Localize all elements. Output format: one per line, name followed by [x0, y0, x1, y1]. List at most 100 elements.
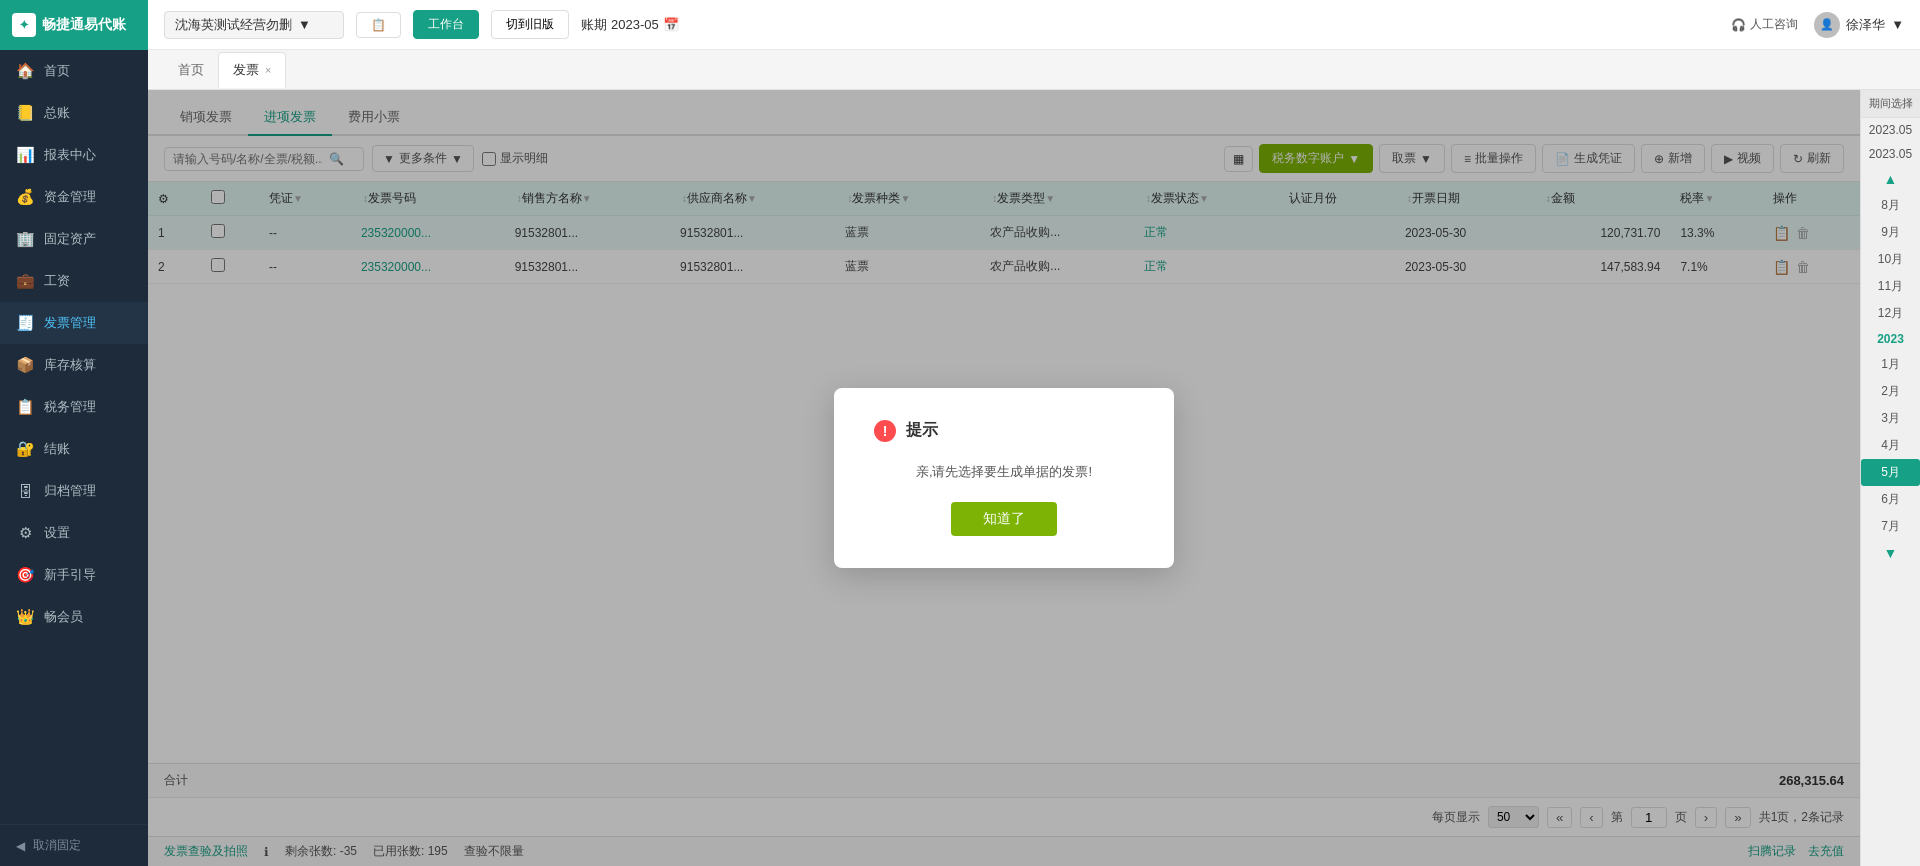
sidebar-item-home[interactable]: 🏠 首页	[0, 50, 148, 92]
logo-icon: ✦	[12, 13, 36, 37]
sidebar-item-label: 结账	[44, 440, 70, 458]
assets-icon: 🏢	[16, 230, 34, 248]
tab-home[interactable]: 首页	[164, 53, 218, 87]
sidebar-item-assets[interactable]: 🏢 固定资产	[0, 218, 148, 260]
modal-title: 提示	[906, 420, 938, 441]
app-logo: ✦ 畅捷通易代账	[0, 0, 148, 50]
period-month-4[interactable]: 4月	[1861, 432, 1920, 459]
modal-ok-btn[interactable]: 知道了	[951, 502, 1057, 536]
ledger-icon: 📒	[16, 104, 34, 122]
sidebar-item-ledger[interactable]: 📒 总账	[0, 92, 148, 134]
user-dropdown-icon: ▼	[1891, 17, 1904, 32]
period-month-5[interactable]: 5月	[1861, 459, 1920, 486]
sidebar-item-funds[interactable]: 💰 资金管理	[0, 176, 148, 218]
inventory-icon: 📦	[16, 356, 34, 374]
sidebar-item-label: 首页	[44, 62, 70, 80]
period-header: 期间选择	[1861, 90, 1920, 118]
sidebar-item-label: 新手引导	[44, 566, 96, 584]
period-month-3[interactable]: 3月	[1861, 405, 1920, 432]
period-2023-05-2[interactable]: 2023.05	[1861, 142, 1920, 166]
period-month-12[interactable]: 12月	[1861, 300, 1920, 327]
cancel-fixed-btn[interactable]: ◀ 取消固定	[0, 824, 148, 866]
tab-close-icon[interactable]: ×	[265, 64, 271, 76]
invoices-icon: 🧾	[16, 314, 34, 332]
copy-btn[interactable]: 📋	[356, 12, 401, 38]
sidebar-item-label: 发票管理	[44, 314, 96, 332]
period-value: 2023-05	[611, 17, 659, 32]
user-menu[interactable]: 👤 徐泽华 ▼	[1814, 12, 1904, 38]
modal-box: ! 提示 亲,请先选择要生成单据的发票! 知道了	[834, 388, 1174, 569]
payroll-icon: 💼	[16, 272, 34, 290]
sidebar-item-label: 设置	[44, 524, 70, 542]
period-month-8[interactable]: 8月	[1861, 192, 1920, 219]
sidebar-item-settings[interactable]: ⚙ 设置	[0, 512, 148, 554]
period-month-11[interactable]: 11月	[1861, 273, 1920, 300]
app-title: 畅捷通易代账	[42, 16, 126, 34]
period-2023-05-1[interactable]: 2023.05	[1861, 118, 1920, 142]
vip-icon: 👑	[16, 608, 34, 626]
reports-icon: 📊	[16, 146, 34, 164]
main-area: 沈海英测试经营勿删 ▼ 📋 工作台 切到旧版 账期 2023-05 📅 🎧 人工…	[148, 0, 1920, 866]
modal-overlay: ! 提示 亲,请先选择要生成单据的发票! 知道了	[148, 90, 1860, 866]
period-sidebar: 期间选择 2023.05 2023.05 ▲ 8月 9月 10月 11月 12月…	[1860, 90, 1920, 866]
main-content: 销项发票 进项发票 费用小票 🔍 ▼ 更多条件 ▼ 显示明细	[148, 90, 1860, 866]
archive-icon: 🗄	[16, 483, 34, 500]
sidebar-item-label: 固定资产	[44, 230, 96, 248]
company-name: 沈海英测试经营勿删	[175, 16, 292, 34]
sidebar-item-label: 归档管理	[44, 482, 96, 500]
company-dropdown-icon: ▼	[298, 17, 311, 32]
period-month-6[interactable]: 6月	[1861, 486, 1920, 513]
sidebar-item-label: 库存核算	[44, 356, 96, 374]
home-icon: 🏠	[16, 62, 34, 80]
sidebar-item-inventory[interactable]: 📦 库存核算	[0, 344, 148, 386]
tab-home-label: 首页	[178, 61, 204, 79]
modal-message: 亲,请先选择要生成单据的发票!	[916, 462, 1092, 483]
cancel-fixed-icon: ◀	[16, 839, 25, 853]
company-selector[interactable]: 沈海英测试经营勿删 ▼	[164, 11, 344, 39]
support-label: 人工咨询	[1750, 16, 1798, 33]
sidebar-item-invoices[interactable]: 🧾 发票管理	[0, 302, 148, 344]
closing-icon: 🔐	[16, 440, 34, 458]
period-display: 账期 2023-05 📅	[581, 16, 679, 34]
workspace-btn[interactable]: 工作台	[413, 10, 479, 39]
sidebar-item-reports[interactable]: 📊 报表中心	[0, 134, 148, 176]
period-collapse-up[interactable]: ▲	[1861, 166, 1920, 192]
sidebar-item-label: 工资	[44, 272, 70, 290]
sidebar-item-label: 总账	[44, 104, 70, 122]
topbar-right: 🎧 人工咨询 👤 徐泽华 ▼	[1731, 12, 1904, 38]
calendar-icon[interactable]: 📅	[663, 17, 679, 32]
user-name: 徐泽华	[1846, 16, 1885, 34]
period-label: 账期	[581, 16, 607, 34]
sidebar-item-payroll[interactable]: 💼 工资	[0, 260, 148, 302]
support-link[interactable]: 🎧 人工咨询	[1731, 16, 1798, 33]
sidebar-item-guide[interactable]: 🎯 新手引导	[0, 554, 148, 596]
period-month-10[interactable]: 10月	[1861, 246, 1920, 273]
sidebar-item-label: 税务管理	[44, 398, 96, 416]
avatar: 👤	[1814, 12, 1840, 38]
tab-bar: 首页 发票 ×	[148, 50, 1920, 90]
support-icon: 🎧	[1731, 18, 1746, 32]
period-month-7[interactable]: 7月	[1861, 513, 1920, 540]
topbar: 沈海英测试经营勿删 ▼ 📋 工作台 切到旧版 账期 2023-05 📅 🎧 人工…	[148, 0, 1920, 50]
tab-invoices[interactable]: 发票 ×	[218, 52, 286, 88]
sidebar-item-label: 畅会员	[44, 608, 83, 626]
sidebar-item-closing[interactable]: 🔐 结账	[0, 428, 148, 470]
period-month-9[interactable]: 9月	[1861, 219, 1920, 246]
sidebar-item-label: 资金管理	[44, 188, 96, 206]
settings-icon: ⚙	[16, 524, 34, 542]
modal-warning-icon: !	[874, 420, 896, 442]
switch-version-btn[interactable]: 切到旧版	[491, 10, 569, 39]
sidebar-item-tax[interactable]: 📋 税务管理	[0, 386, 148, 428]
sidebar-item-vip[interactable]: 👑 畅会员	[0, 596, 148, 638]
sidebar-item-label: 报表中心	[44, 146, 96, 164]
guide-icon: 🎯	[16, 566, 34, 584]
tax-icon: 📋	[16, 398, 34, 416]
period-month-2[interactable]: 2月	[1861, 378, 1920, 405]
sidebar-item-archive[interactable]: 🗄 归档管理	[0, 470, 148, 512]
funds-icon: 💰	[16, 188, 34, 206]
cancel-fixed-label: 取消固定	[33, 837, 81, 854]
period-month-1[interactable]: 1月	[1861, 351, 1920, 378]
period-year-2023[interactable]: 2023	[1861, 327, 1920, 351]
modal-title-row: ! 提示	[874, 420, 938, 442]
period-collapse-down[interactable]: ▼	[1861, 540, 1920, 566]
